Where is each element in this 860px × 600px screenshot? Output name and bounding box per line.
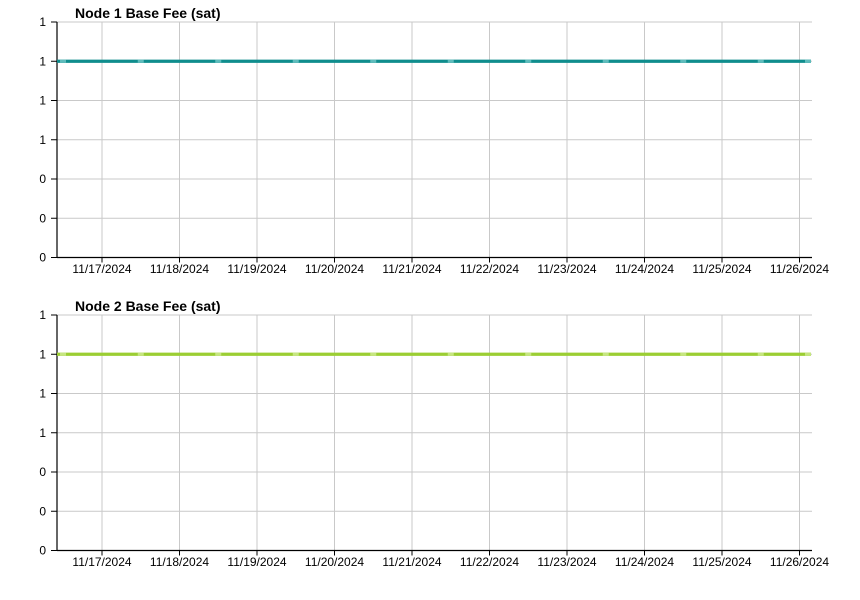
chart-node-1-base-fee: Node 1 Base Fee (sat) 1 1 1 1 0 0 0 11/17/2024 1… bbox=[0, 0, 860, 300]
x-tick-label: 11/25/2024 bbox=[692, 555, 751, 569]
y-tick-label: 0 bbox=[39, 465, 46, 479]
y-tick-label: 0 bbox=[39, 172, 46, 186]
y-tick-label: 1 bbox=[39, 308, 46, 322]
y-tick-label: 1 bbox=[39, 15, 46, 29]
x-tick-label: 11/20/2024 bbox=[305, 555, 364, 569]
chart-title: Node 2 Base Fee (sat) bbox=[75, 298, 221, 314]
y-tick-label: 1 bbox=[39, 426, 46, 440]
y-tick-label: 1 bbox=[39, 347, 46, 361]
x-tick-labels: 11/17/2024 11/18/2024 11/19/2024 11/20/2024… bbox=[72, 262, 829, 276]
x-tick-label: 11/22/2024 bbox=[460, 555, 519, 569]
x-tick-label: 11/26/2024 bbox=[770, 555, 829, 569]
y-tick-label: 1 bbox=[39, 387, 46, 401]
y-tick-label: 0 bbox=[39, 544, 46, 558]
gridlines bbox=[57, 314, 812, 551]
x-tick-label: 11/17/2024 bbox=[72, 555, 131, 569]
tick-marks bbox=[51, 314, 800, 556]
y-tick-label: 1 bbox=[39, 94, 46, 108]
x-tick-label: 11/18/2024 bbox=[150, 555, 209, 569]
x-tick-label: 11/20/2024 bbox=[305, 262, 364, 276]
gridlines bbox=[57, 21, 812, 258]
chart-title: Node 1 Base Fee (sat) bbox=[75, 5, 221, 21]
x-tick-label: 11/23/2024 bbox=[537, 262, 596, 276]
x-tick-label: 11/21/2024 bbox=[382, 262, 441, 276]
x-tick-label: 11/24/2024 bbox=[615, 262, 674, 276]
y-tick-label: 1 bbox=[39, 133, 46, 147]
x-tick-label: 11/21/2024 bbox=[382, 555, 441, 569]
x-tick-label: 11/18/2024 bbox=[150, 262, 209, 276]
x-tick-labels: 11/17/2024 11/18/2024 11/19/2024 11/20/2024… bbox=[72, 555, 829, 569]
y-tick-label: 0 bbox=[39, 211, 46, 225]
line-chart-node-1: 111100011/17/2024 11/18/2024 11/19/2024 11/… bbox=[39, 15, 829, 276]
chart-node-2-base-fee: Node 2 Base Fee (sat) 1 1 1 1 0 0 0 11/17/2024 1… bbox=[0, 293, 860, 593]
x-tick-label: 11/24/2024 bbox=[615, 555, 674, 569]
tick-marks bbox=[51, 21, 800, 263]
x-tick-label: 11/17/2024 bbox=[72, 262, 131, 276]
y-tick-labels: 1 1 1 1 0 0 0 bbox=[39, 15, 46, 265]
y-tick-label: 0 bbox=[39, 251, 46, 265]
y-tick-label: 0 bbox=[39, 504, 46, 518]
y-tick-label: 1 bbox=[39, 54, 46, 68]
x-tick-label: 11/25/2024 bbox=[692, 262, 751, 276]
x-tick-label: 11/23/2024 bbox=[537, 555, 596, 569]
x-tick-label: 11/26/2024 bbox=[770, 262, 829, 276]
x-tick-label: 11/22/2024 bbox=[460, 262, 519, 276]
line-chart-node-2: 111100011/17/2024 11/18/2024 11/19/2024 11/… bbox=[39, 308, 829, 569]
x-tick-label: 11/19/2024 bbox=[227, 555, 286, 569]
charts-panel: Node 1 Base Fee (sat) 1 1 1 1 0 0 0 11/17/2024 1… bbox=[0, 0, 860, 600]
x-tick-label: 11/19/2024 bbox=[227, 262, 286, 276]
y-tick-labels: 1 1 1 1 0 0 0 bbox=[39, 308, 46, 558]
